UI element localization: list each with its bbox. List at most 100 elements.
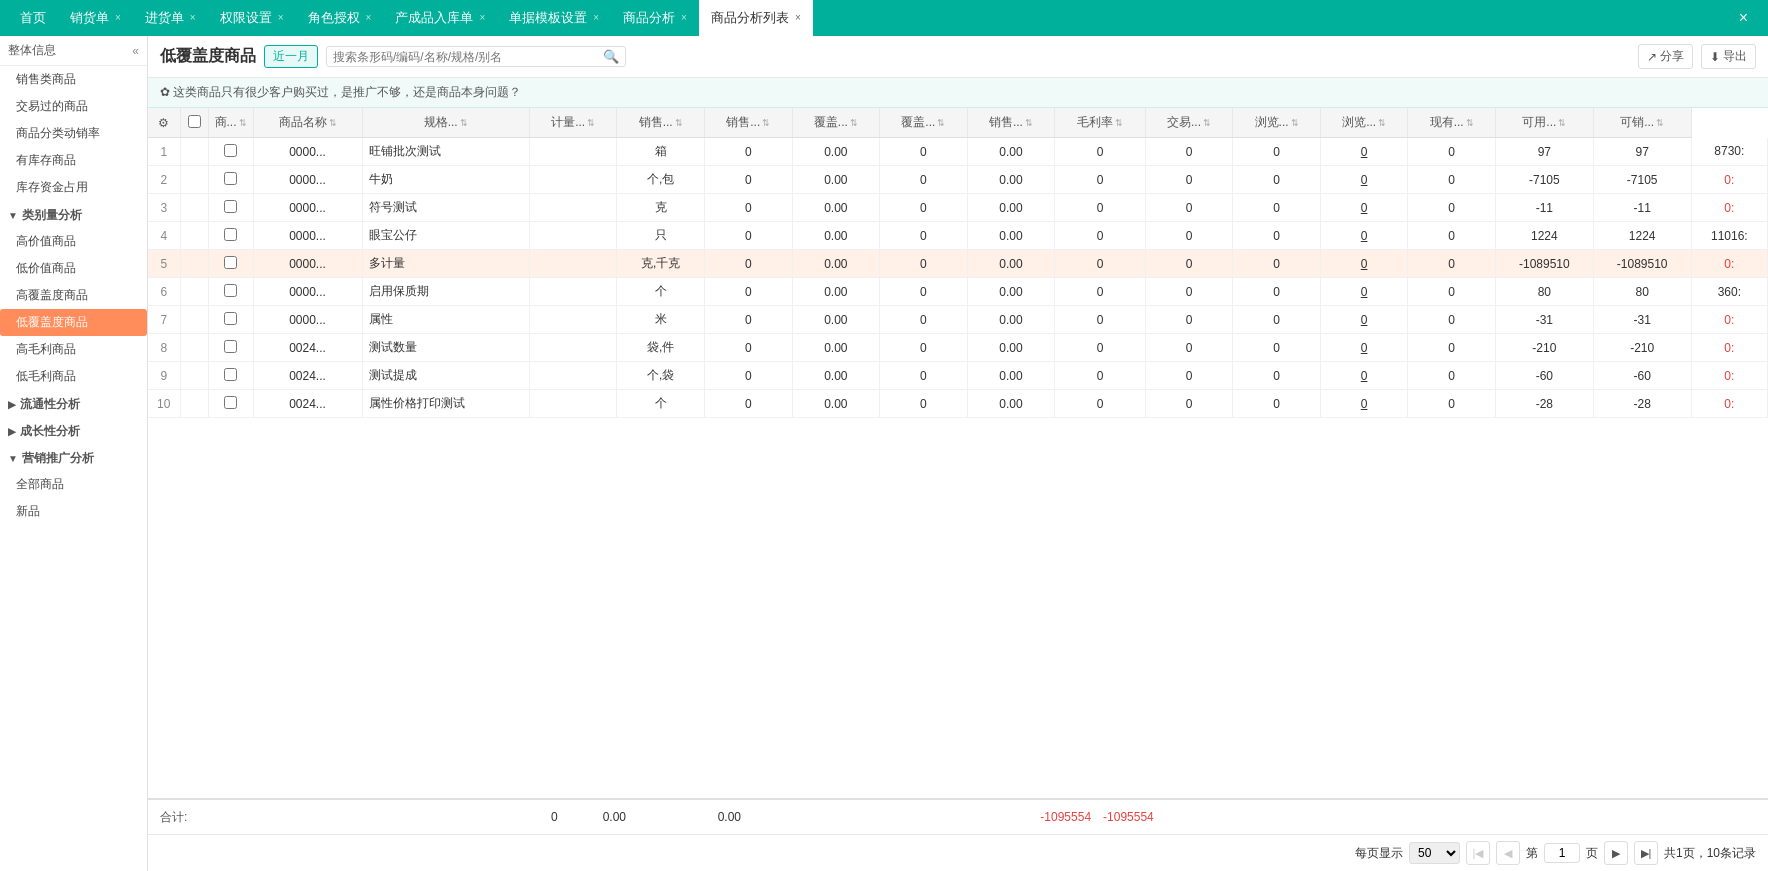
column-select-all[interactable] (180, 108, 208, 138)
sidebar-item-category-turnover[interactable]: 商品分类动销率 (0, 120, 147, 147)
column-name[interactable]: 商品名称⇅ (253, 108, 362, 138)
sidebar-category-section[interactable]: ▼ 类别量分析 (0, 201, 147, 228)
sidebar-item-new-goods[interactable]: 新品 (0, 498, 147, 525)
column-sales3[interactable]: 销售...⇅ (967, 108, 1055, 138)
row-select-checkbox[interactable] (224, 228, 237, 241)
row-checkbox[interactable] (208, 138, 253, 166)
select-all-checkbox[interactable] (188, 115, 201, 128)
sidebar-item-high-value[interactable]: 高价值商品 (0, 228, 147, 255)
sidebar-item-all-goods[interactable]: 全部商品 (0, 471, 147, 498)
nav-template[interactable]: 单据模板设置 × (497, 0, 611, 36)
nav-close-permission[interactable]: × (278, 0, 284, 36)
column-gross[interactable]: 毛利率⇅ (1055, 108, 1146, 138)
nav-sales[interactable]: 销货单 × (58, 0, 133, 36)
share-button[interactable]: ↗ 分享 (1638, 44, 1693, 69)
row-gross: 0 (1145, 334, 1233, 362)
nav-analysis-list[interactable]: 商品分析列表 × (699, 0, 813, 36)
window-close-button[interactable]: × (1727, 9, 1760, 27)
row-select-checkbox[interactable] (224, 200, 237, 213)
page-title: 低覆盖度商品 (160, 46, 256, 67)
next-page-button[interactable]: ▶ (1604, 841, 1628, 865)
sidebar-item-low-value[interactable]: 低价值商品 (0, 255, 147, 282)
sidebar-item-stock-goods[interactable]: 有库存商品 (0, 147, 147, 174)
row-select-checkbox[interactable] (224, 172, 237, 185)
per-page-select[interactable]: 5020100 (1409, 842, 1460, 864)
nav-product-stock[interactable]: 产成品入库单 × (383, 0, 497, 36)
row-browse1[interactable]: 0 (1320, 222, 1408, 250)
nav-close-sales[interactable]: × (115, 0, 121, 36)
row-available: 1224 (1593, 222, 1691, 250)
column-browse2[interactable]: 浏览...⇅ (1320, 108, 1408, 138)
nav-role[interactable]: 角色授权 × (296, 0, 384, 36)
sidebar-item-high-margin[interactable]: 高毛利商品 (0, 336, 147, 363)
row-checkbox[interactable] (208, 334, 253, 362)
column-sales-amt[interactable]: 销售...⇅ (704, 108, 792, 138)
row-browse1[interactable]: 0 (1320, 362, 1408, 390)
row-current: -1089510 (1495, 250, 1593, 278)
column-cover1[interactable]: 覆盖...⇅ (792, 108, 880, 138)
search-input[interactable] (333, 50, 603, 64)
row-browse1[interactable]: 0 (1320, 250, 1408, 278)
row-checkbox[interactable] (208, 194, 253, 222)
row-browse1[interactable]: 0 (1320, 138, 1408, 166)
row-checkbox[interactable] (208, 166, 253, 194)
row-browse1[interactable]: 0 (1320, 194, 1408, 222)
sidebar-collapse-icon[interactable]: « (132, 44, 139, 58)
sidebar-flow-section[interactable]: ▶ 流通性分析 (0, 390, 147, 417)
nav-analysis[interactable]: 商品分析 × (611, 0, 699, 36)
row-select-checkbox[interactable] (224, 144, 237, 157)
nav-purchase[interactable]: 进货单 × (133, 0, 208, 36)
sidebar-item-traded-goods[interactable]: 交易过的商品 (0, 93, 147, 120)
first-page-button[interactable]: |◀ (1466, 841, 1490, 865)
nav-close-role[interactable]: × (366, 0, 372, 36)
row-cover1: 0 (880, 166, 968, 194)
row-checkbox[interactable] (208, 390, 253, 418)
time-filter-button[interactable]: 近一月 (264, 45, 318, 68)
nav-close-purchase[interactable]: × (190, 0, 196, 36)
nav-permission[interactable]: 权限设置 × (208, 0, 296, 36)
sidebar-item-sales-goods[interactable]: 销售类商品 (0, 66, 147, 93)
row-checkbox[interactable] (208, 362, 253, 390)
nav-close-template[interactable]: × (593, 0, 599, 36)
row-browse1[interactable]: 0 (1320, 390, 1408, 418)
sidebar-marketing-section[interactable]: ▼ 营销推广分析 (0, 444, 147, 471)
row-browse1[interactable]: 0 (1320, 306, 1408, 334)
row-checkbox[interactable] (208, 250, 253, 278)
column-spec[interactable]: 规格...⇅ (362, 108, 529, 138)
nav-home[interactable]: 首页 (8, 0, 58, 36)
row-select-checkbox[interactable] (224, 396, 237, 409)
prev-page-button[interactable]: ◀ (1496, 841, 1520, 865)
row-checkbox[interactable] (208, 278, 253, 306)
row-select-checkbox[interactable] (224, 340, 237, 353)
row-select-checkbox[interactable] (224, 312, 237, 325)
last-page-button[interactable]: ▶| (1634, 841, 1658, 865)
row-browse1[interactable]: 0 (1320, 166, 1408, 194)
column-trade[interactable]: 交易...⇅ (1145, 108, 1233, 138)
column-available[interactable]: 可用...⇅ (1495, 108, 1593, 138)
nav-close-analysis-list[interactable]: × (795, 0, 801, 36)
sidebar-item-low-margin[interactable]: 低毛利商品 (0, 363, 147, 390)
export-button[interactable]: ⬇ 导出 (1701, 44, 1756, 69)
nav-close-product-stock[interactable]: × (479, 0, 485, 36)
column-code[interactable]: 商...⇅ (208, 108, 253, 138)
row-select-checkbox[interactable] (224, 284, 237, 297)
row-checkbox[interactable] (208, 306, 253, 334)
nav-close-analysis[interactable]: × (681, 0, 687, 36)
page-input[interactable] (1544, 843, 1580, 863)
column-sales-qty[interactable]: 销售...⇅ (617, 108, 705, 138)
sidebar-item-low-coverage[interactable]: 低覆盖度商品 (0, 309, 147, 336)
column-current[interactable]: 现有...⇅ (1408, 108, 1496, 138)
column-browse1[interactable]: 浏览...⇅ (1233, 108, 1321, 138)
sidebar-item-high-coverage[interactable]: 高覆盖度商品 (0, 282, 147, 309)
row-checkbox[interactable] (208, 222, 253, 250)
column-sellable[interactable]: 可销...⇅ (1593, 108, 1691, 138)
sidebar-item-stock-capital[interactable]: 库存资金占用 (0, 174, 147, 201)
column-cover2[interactable]: 覆盖...⇅ (880, 108, 968, 138)
row-browse1[interactable]: 0 (1320, 334, 1408, 362)
column-gear[interactable]: ⚙ (148, 108, 180, 138)
row-select-checkbox[interactable] (224, 368, 237, 381)
sidebar-growth-section[interactable]: ▶ 成长性分析 (0, 417, 147, 444)
row-browse1[interactable]: 0 (1320, 278, 1408, 306)
column-unit[interactable]: 计量...⇅ (529, 108, 617, 138)
row-select-checkbox[interactable] (224, 256, 237, 269)
